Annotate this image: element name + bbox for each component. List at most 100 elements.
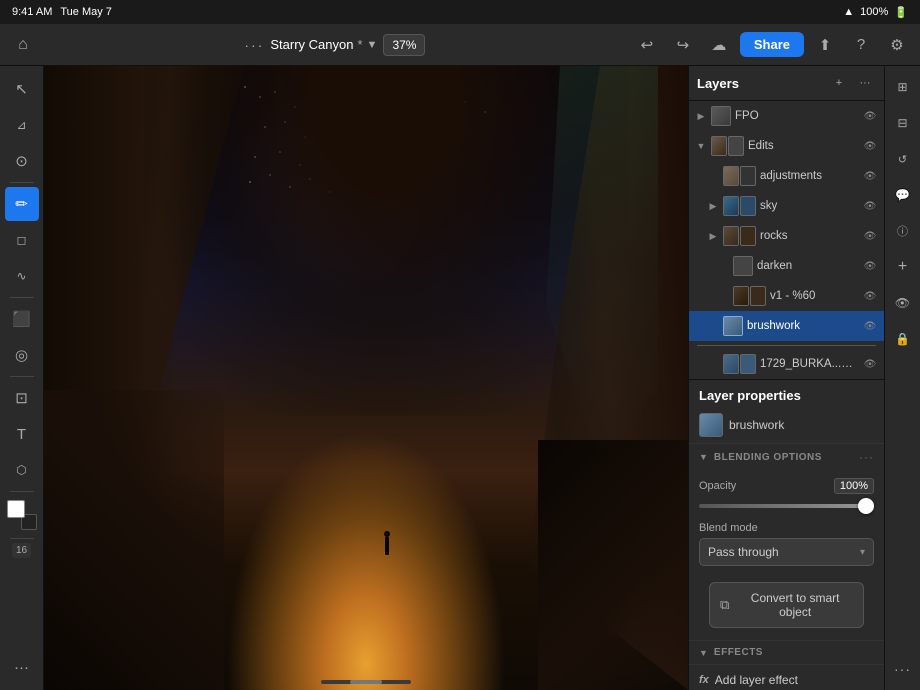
eraser-tool[interactable]: ◻	[5, 223, 39, 257]
home-button[interactable]: ⌂	[8, 30, 38, 60]
layer-visibility-brushwork[interactable]: 👁	[862, 318, 878, 334]
layer-visibility-photo[interactable]: 👁	[862, 356, 878, 372]
layer-properties-header: Layer properties brushwork	[689, 380, 884, 444]
side-comments-button[interactable]: 💬	[888, 180, 918, 210]
paint-bucket-tool[interactable]: ⬛	[5, 302, 39, 336]
upload-button[interactable]: ⬆	[810, 30, 840, 60]
layer-visibility-fpo[interactable]: 👁	[862, 108, 878, 124]
brush-tool[interactable]: ✏	[5, 187, 39, 221]
layers-title: Layers	[697, 76, 739, 91]
opacity-label: Opacity	[699, 480, 736, 492]
tool-divider-5	[10, 538, 34, 539]
layer-count-badge: 16	[12, 543, 31, 558]
effects-section-header[interactable]: ▼ EFFECTS	[689, 641, 884, 664]
eyedropper-tool[interactable]: ◎	[5, 338, 39, 372]
type-tool[interactable]: T	[5, 417, 39, 451]
side-history-button[interactable]: ↺	[888, 144, 918, 174]
document-name[interactable]: Starry Canyon* ▼	[270, 37, 377, 52]
opacity-slider[interactable]	[699, 504, 874, 508]
effects-toggle-icon: ▼	[699, 648, 708, 658]
layer-item-fpo[interactable]: ▶ FPO 👁	[689, 101, 884, 131]
layer-item-v1[interactable]: v1 - %60 👁	[689, 281, 884, 311]
side-layers-button[interactable]: ⊞	[888, 72, 918, 102]
convert-to-smart-object-button[interactable]: ⧉ Convert to smart object	[709, 582, 864, 628]
settings-button[interactable]: ⚙	[882, 30, 912, 60]
redo-button[interactable]: ↪	[668, 30, 698, 60]
canyon-arch-glow	[226, 430, 506, 690]
time: 9:41 AM	[12, 6, 52, 18]
opacity-slider-thumb[interactable]	[858, 498, 874, 514]
layer-item-darken[interactable]: darken 👁	[689, 251, 884, 281]
layer-name-darken: darken	[757, 260, 858, 272]
layer-name-brushwork: brushwork	[747, 320, 858, 332]
blend-mode-row: Blend mode Pass through ▾	[699, 522, 874, 566]
layer-expand-v1	[717, 290, 729, 302]
layer-name-fpo: FPO	[735, 110, 858, 122]
layer-name-rocks: rocks	[760, 230, 858, 242]
layer-visibility-rocks[interactable]: 👁	[862, 228, 878, 244]
foreground-color-swatch[interactable]	[7, 500, 25, 518]
opacity-value[interactable]: 100%	[834, 478, 874, 494]
transform-tool[interactable]: ⬡	[5, 453, 39, 487]
progress-indicator	[350, 680, 382, 684]
selection-tool[interactable]: ⊿	[5, 108, 39, 142]
layer-thumb-brushwork	[723, 316, 743, 336]
layer-thumb-rocks	[723, 226, 756, 246]
layer-item-sky[interactable]: ▶ sky 👁	[689, 191, 884, 221]
side-lock-button[interactable]: 🔒	[888, 324, 918, 354]
add-layer-effect-row[interactable]: fx Add layer effect	[689, 664, 884, 690]
effects-section: ▼ EFFECTS fx Add layer effect Try adding…	[689, 640, 884, 690]
layer-visibility-edits[interactable]: 👁	[862, 138, 878, 154]
canvas-area[interactable]	[44, 66, 688, 690]
side-visibility-button[interactable]: 👁	[888, 288, 918, 318]
layer-item-adjustments[interactable]: adjustments 👁	[689, 161, 884, 191]
zoom-level[interactable]: 37%	[383, 34, 425, 56]
undo-button[interactable]: ↩	[632, 30, 662, 60]
help-button[interactable]: ?	[846, 30, 876, 60]
blend-mode-select[interactable]: Pass through ▾	[699, 538, 874, 566]
move-tool[interactable]: ↖	[5, 72, 39, 106]
left-toolbox: ↖ ⊿ ⊙ ✏ ◻ ∿ ⬛ ◎ ⊡ T ⬡ 16 ···	[0, 66, 44, 690]
smudge-tool[interactable]: ∿	[5, 259, 39, 293]
blending-options-section-header[interactable]: ▼ BLENDING OPTIONS ···	[689, 444, 884, 470]
side-add-button[interactable]: +	[888, 252, 918, 282]
wifi-icon: ▲	[843, 6, 854, 18]
layers-panel-header: Layers + ···	[689, 66, 884, 101]
more-tools-button[interactable]: ···	[5, 650, 39, 684]
battery-percentage: 100%	[860, 6, 888, 18]
effects-section-label: EFFECTS	[714, 647, 763, 658]
share-button[interactable]: Share	[740, 32, 804, 57]
layer-name-v1: v1 - %60	[770, 290, 858, 302]
layer-visibility-darken[interactable]: 👁	[862, 258, 878, 274]
right-panel: Layers + ··· ▶ FPO 👁 ▼	[688, 66, 884, 690]
layer-item-brushwork[interactable]: brushwork 👁	[689, 311, 884, 341]
lasso-tool[interactable]: ⊙	[5, 144, 39, 178]
status-bar: 9:41 AM Tue May 7 ▲ 100% 🔋	[0, 0, 920, 24]
layers-panel: Layers + ··· ▶ FPO 👁 ▼	[689, 66, 884, 380]
tool-divider-4	[10, 491, 34, 492]
fx-badge: fx	[699, 674, 709, 686]
crop-tool[interactable]: ⊡	[5, 381, 39, 415]
layer-item-photo[interactable]: 1729_BURKA...anced-NR33 👁	[689, 349, 884, 379]
side-info-button[interactable]: ⓘ	[888, 216, 918, 246]
layer-visibility-adjustments[interactable]: 👁	[862, 168, 878, 184]
side-more-button[interactable]: ···	[888, 654, 918, 684]
layers-add-button[interactable]: +	[828, 72, 850, 94]
layer-item-edits[interactable]: ▼ Edits 👁	[689, 131, 884, 161]
side-adjustments-button[interactable]: ⊟	[888, 108, 918, 138]
layer-name-edits: Edits	[748, 140, 858, 152]
layer-visibility-v1[interactable]: 👁	[862, 288, 878, 304]
layers-more-button[interactable]: ···	[854, 72, 876, 94]
cloud-button[interactable]: ☁	[704, 30, 734, 60]
layer-thumb-v1	[733, 286, 766, 306]
layer-visibility-sky[interactable]: 👁	[862, 198, 878, 214]
three-dots: ···	[244, 37, 264, 53]
layer-thumb-photo	[723, 354, 756, 374]
layer-name-sky: sky	[760, 200, 858, 212]
layer-expand-sky: ▶	[707, 200, 719, 212]
layer-item-rocks[interactable]: ▶ rocks 👁	[689, 221, 884, 251]
color-swatches[interactable]	[7, 500, 37, 530]
layer-properties-title: Layer properties	[699, 388, 874, 403]
layer-properties-name: brushwork	[729, 418, 784, 432]
bottom-right-rock	[538, 440, 688, 690]
